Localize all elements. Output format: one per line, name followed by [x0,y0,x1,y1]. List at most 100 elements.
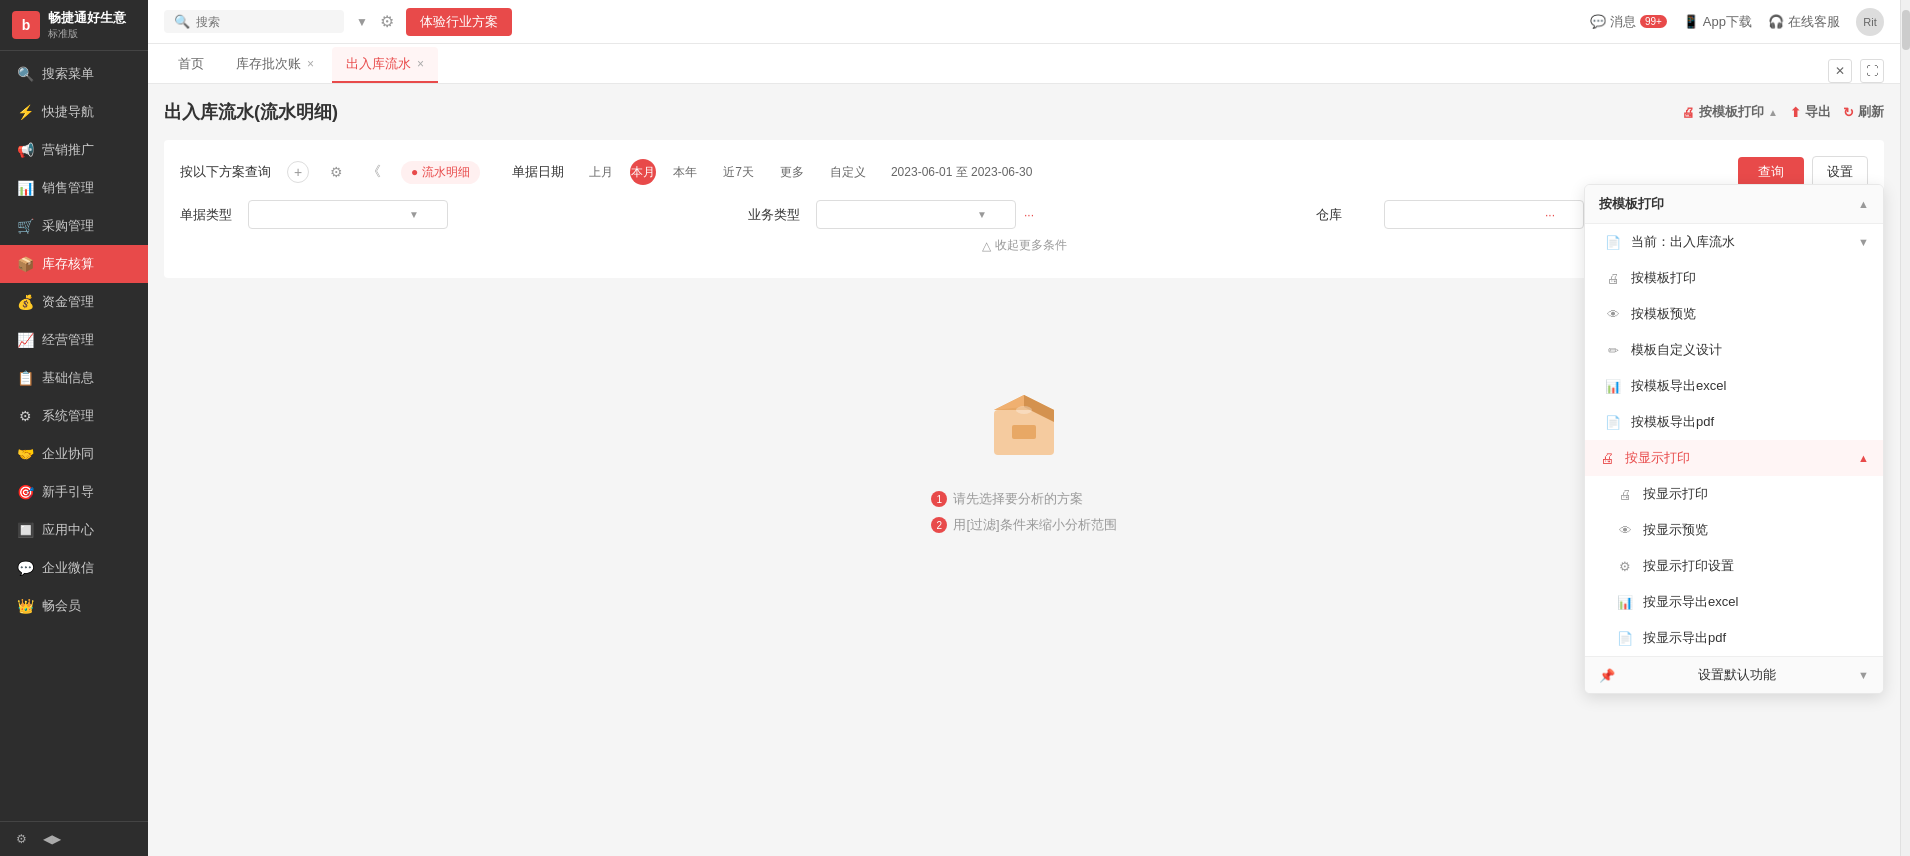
date-btn-7days[interactable]: 近7天 [714,160,763,185]
sidebar-nav: 🔍 搜索菜单 ⚡ 快捷导航 📢 营销推广 📊 销售管理 🛒 采购管理 📦 库存核… [0,51,148,821]
filter-scheme-label: 按以下方案查询 [180,163,271,181]
sidebar-item-label-inventory: 库存核算 [42,255,94,273]
bill-type-select[interactable]: ▼ [248,200,448,229]
warehouse-select[interactable]: ··· [1384,200,1584,229]
sidebar-item-label-purchase: 采购管理 [42,217,94,235]
sidebar-item-basic[interactable]: 📋 基础信息 [0,359,148,397]
tab-batch[interactable]: 库存批次账 × [222,47,328,83]
dropdown-template-export-excel[interactable]: 📊 按模板导出excel [1585,368,1883,404]
app-download-btn[interactable]: 📱 App下载 [1683,13,1752,31]
sidebar-item-cooperation[interactable]: 🤝 企业协同 [0,435,148,473]
sidebar-item-system[interactable]: ⚙ 系统管理 [0,397,148,435]
tab-home[interactable]: 首页 [164,47,218,83]
sales-icon: 📊 [16,179,34,197]
query-btn[interactable]: 查询 [1738,157,1804,187]
sidebar: b 畅捷通好生意 标准版 🔍 搜索菜单 ⚡ 快捷导航 📢 营销推广 📊 销售管理… [0,0,148,856]
logo-text: 畅捷通好生意 标准版 [48,10,126,40]
dropdown-display-print-settings[interactable]: ⚙ 按显示打印设置 [1585,548,1883,584]
sidebar-item-marketing[interactable]: 📢 营销推广 [0,131,148,169]
date-btn-this-year[interactable]: 本年 [664,160,706,185]
dropdown-display-print[interactable]: 🖨 按显示打印 [1585,476,1883,512]
display-settings-icon: ⚙ [1617,558,1633,574]
sidebar-item-finance[interactable]: 💰 资金管理 [0,283,148,321]
sidebar-item-wechat[interactable]: 💬 企业微信 [0,549,148,587]
pdf-icon: 📄 [1605,414,1621,430]
export-btn[interactable]: ⬆ 导出 [1790,103,1831,121]
sidebar-item-purchase[interactable]: 🛒 采购管理 [0,207,148,245]
topbar-dropdown-btn[interactable]: ▼ [356,15,368,29]
refresh-btn[interactable]: ↻ 刷新 [1843,103,1884,121]
dropdown-display-export-excel[interactable]: 📊 按显示导出excel [1585,584,1883,620]
cooperation-icon: 🤝 [16,445,34,463]
template-print-btn[interactable]: 🖨 按模板打印 ▲ [1682,103,1778,121]
business-type-select[interactable]: ▼ [816,200,1016,229]
sidebar-item-app_center[interactable]: 🔲 应用中心 [0,511,148,549]
sidebar-item-newbie[interactable]: 🎯 新手引导 [0,473,148,511]
scrollbar-thumb[interactable] [1902,10,1910,50]
sidebar-item-label-finance: 资金管理 [42,293,94,311]
dropdown-template-export-pdf[interactable]: 📄 按模板导出pdf [1585,404,1883,440]
business-type-more-btn[interactable]: ··· [1024,208,1034,222]
sidebar-settings-btn[interactable]: ⚙ [16,832,27,846]
tab-inout-close[interactable]: × [417,57,424,71]
dropdown-template-preview[interactable]: 👁 按模板预览 [1585,296,1883,332]
sidebar-item-sales[interactable]: 📊 销售管理 [0,169,148,207]
filter-add-btn[interactable]: + [287,161,309,183]
dropdown-current[interactable]: 📄 当前：出入库流水 ▼ [1585,224,1883,260]
sidebar-logo: b 畅捷通好生意 标准版 [0,0,148,51]
display-excel-icon: 📊 [1617,594,1633,610]
user-menu-btn[interactable]: Rit [1856,8,1884,36]
sidebar-item-operation[interactable]: 📈 经营管理 [0,321,148,359]
dropdown-template-custom[interactable]: ✏ 模板自定义设计 [1585,332,1883,368]
filter-collapse-btn[interactable]: 《 [363,161,385,183]
online-service-btn[interactable]: 🎧 在线客服 [1768,13,1840,31]
tip-num-1: 1 [931,491,947,507]
date-btn-last-month[interactable]: 上月 [580,160,622,185]
date-btn-custom[interactable]: 自定义 [821,160,875,185]
sidebar-item-inventory[interactable]: 📦 库存核算 [0,245,148,283]
wechat-icon: 💬 [16,559,34,577]
sidebar-collapse-btn[interactable]: ◀▶ [43,832,61,846]
tab-close-btn[interactable]: ✕ [1828,59,1852,83]
sidebar-item-member[interactable]: 👑 畅会员 [0,587,148,625]
empty-icon [974,370,1074,470]
topbar-gear-btn[interactable]: ⚙ [380,12,394,31]
display-preview-icon: 👁 [1617,522,1633,538]
headset-icon: 🎧 [1768,14,1784,29]
tabs-bar: 首页 库存批次账 × 出入库流水 × ✕ ⛶ [148,44,1900,84]
edition-label: 标准版 [48,27,126,40]
topbar-search-box: 🔍 [164,10,344,33]
date-btn-more[interactable]: 更多 [771,160,813,185]
dropdown-close-btn[interactable]: ▲ [1858,198,1869,210]
dropdown-footer[interactable]: 📌 设置默认功能 ▼ [1585,656,1883,693]
dropdown-template-print[interactable]: 🖨 按模板打印 [1585,260,1883,296]
warehouse-more-btn[interactable]: ··· [1545,208,1555,222]
tab-inout[interactable]: 出入库流水 × [332,47,438,83]
bill-type-field: 单据类型 ▼ [180,200,732,229]
search-input[interactable] [196,15,316,29]
date-range-display: 2023-06-01 至 2023-06-30 [891,164,1032,181]
purchase-icon: 🛒 [16,217,34,235]
messages-btn[interactable]: 💬 消息 99+ [1590,13,1667,31]
right-scrollbar[interactable] [1900,0,1910,856]
svg-rect-3 [1012,425,1036,439]
page-title-actions: 🖨 按模板打印 ▲ ⬆ 导出 ↻ 刷新 [1682,103,1884,121]
print-icon: 🖨 [1605,270,1621,286]
industry-btn[interactable]: 体验行业方案 [406,8,512,36]
tab-expand-btn[interactable]: ⛶ [1860,59,1884,83]
sidebar-item-shortcut[interactable]: ⚡ 快捷导航 [0,93,148,131]
filter-config-btn[interactable]: ⚙ [325,161,347,183]
excel-icon: 📊 [1605,378,1621,394]
dropdown-section-display[interactable]: 🖨 按显示打印 ▲ [1585,440,1883,476]
bill-type-label: 单据类型 [180,206,240,224]
tab-batch-close[interactable]: × [307,57,314,71]
business-type-field: 业务类型 ▼ ··· [748,200,1300,229]
dropdown-display-export-pdf[interactable]: 📄 按显示导出pdf [1585,620,1883,656]
messages-badge: 99+ [1640,15,1667,28]
chevron-up-icon-2: △ [982,239,991,253]
display-pdf-icon: 📄 [1617,630,1633,646]
dropdown-display-preview[interactable]: 👁 按显示预览 [1585,512,1883,548]
dropdown-header: 按模板打印 ▲ [1585,185,1883,224]
date-btn-this-month[interactable]: 本月 [630,159,656,185]
sidebar-item-search[interactable]: 🔍 搜索菜单 [0,55,148,93]
